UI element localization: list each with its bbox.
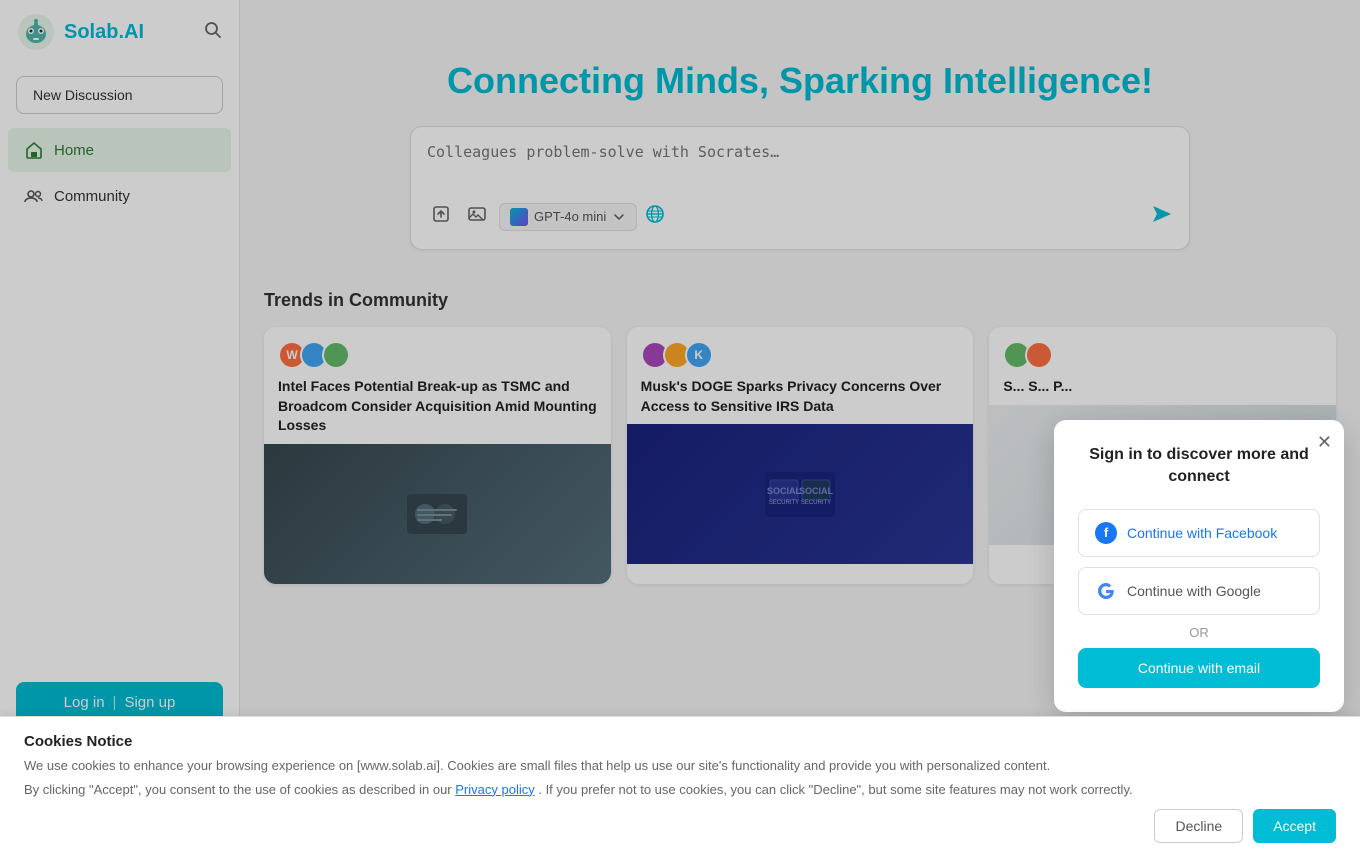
cookies-buttons: Decline Accept xyxy=(24,809,1336,843)
privacy-policy-link[interactable]: Privacy policy xyxy=(455,782,534,797)
facebook-login-button[interactable]: f Continue with Facebook xyxy=(1078,509,1320,557)
facebook-button-label: Continue with Facebook xyxy=(1127,525,1277,541)
accept-button[interactable]: Accept xyxy=(1253,809,1336,843)
google-g-icon xyxy=(1097,582,1115,600)
or-divider: OR xyxy=(1078,625,1320,640)
cookies-title: Cookies Notice xyxy=(24,733,1336,750)
cookies-text-2: By clicking "Accept", you consent to the… xyxy=(24,780,1336,800)
facebook-logo-icon: f xyxy=(1095,522,1117,544)
signin-modal: ✕ Sign in to discover more and connect f… xyxy=(1054,420,1344,712)
modal-title: Sign in to discover more and connect xyxy=(1078,444,1320,489)
modal-close-button[interactable]: ✕ xyxy=(1317,432,1332,453)
cookies-notice: Cookies Notice We use cookies to enhance… xyxy=(0,716,1360,859)
email-continue-button[interactable]: Continue with email xyxy=(1078,648,1320,688)
google-button-label: Continue with Google xyxy=(1127,583,1261,599)
google-login-button[interactable]: Continue with Google xyxy=(1078,567,1320,615)
cookies-text-1: We use cookies to enhance your browsing … xyxy=(24,756,1336,776)
google-logo-icon xyxy=(1095,580,1117,602)
cookies-text-prefix: By clicking "Accept", you consent to the… xyxy=(24,782,452,797)
decline-button[interactable]: Decline xyxy=(1154,809,1243,843)
cookies-text-suffix: . If you prefer not to use cookies, you … xyxy=(538,782,1132,797)
